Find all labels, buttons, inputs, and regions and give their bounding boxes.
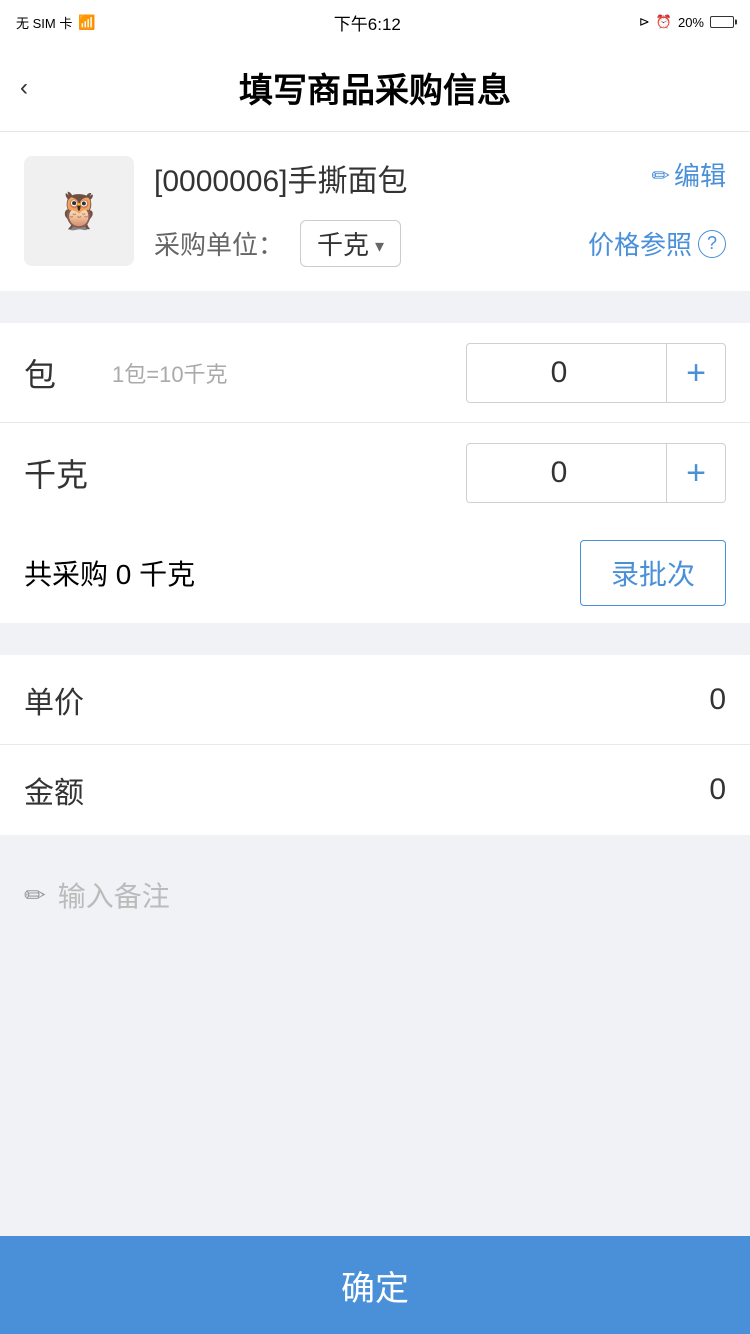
- price-ref-label: 价格参照: [588, 225, 692, 262]
- alarm-icon: ⏰: [656, 14, 672, 30]
- confirm-button[interactable]: 确定: [0, 1236, 750, 1334]
- page-title: 填写商品采购信息: [239, 63, 511, 112]
- price-row-unit: 单价 0: [0, 655, 750, 745]
- amount-value: 0: [709, 773, 726, 807]
- bags-input-wrap: +: [466, 343, 726, 403]
- notes-placeholder: 输入备注: [58, 875, 170, 915]
- edit-label: 编辑: [674, 156, 726, 193]
- input-row-kg: 千克 +: [0, 423, 750, 523]
- bags-plus-button[interactable]: +: [666, 343, 726, 403]
- product-name-row: [0000006]手撕面包 编辑: [154, 156, 726, 200]
- notes-row: 输入备注: [24, 875, 726, 915]
- bags-label: 包: [24, 350, 104, 396]
- unit-price-label: 单价: [24, 678, 84, 722]
- product-info: [0000006]手撕面包 编辑 采购单位： 千克 价格参照 ?: [154, 156, 726, 267]
- price-ref-icon: ?: [698, 230, 726, 258]
- kg-plus-button[interactable]: +: [666, 443, 726, 503]
- total-row: 共采购 0 千克 录批次: [0, 523, 750, 623]
- price-row-amount: 金额 0: [0, 745, 750, 835]
- status-bar-right: ⊳ ⏰ 20%: [639, 14, 734, 30]
- amount-label: 金额: [24, 768, 84, 812]
- total-label: 共采购 0 千克: [24, 553, 195, 593]
- input-row-bags: 包 1包=10千克 +: [0, 323, 750, 423]
- wifi-icon: [78, 14, 95, 31]
- back-button[interactable]: ‹: [20, 74, 28, 102]
- kg-label: 千克: [24, 450, 104, 496]
- status-bar-time: 下午6:12: [334, 10, 401, 35]
- product-name: [0000006]手撕面包: [154, 156, 407, 200]
- record-batch-button[interactable]: 录批次: [580, 540, 726, 606]
- unit-dropdown[interactable]: 千克: [300, 220, 401, 267]
- status-bar-left: 无 SIM 卡: [16, 13, 96, 32]
- edit-button[interactable]: 编辑: [652, 156, 726, 193]
- input-section: 包 1包=10千克 + 千克 +: [0, 323, 750, 523]
- nav-bar: ‹ 填写商品采购信息: [0, 44, 750, 132]
- product-image-placeholder: 🦉: [57, 190, 102, 232]
- unit-value: 千克: [317, 225, 369, 262]
- product-image: 🦉: [24, 156, 134, 266]
- notes-section[interactable]: 输入备注: [0, 851, 750, 1151]
- status-bar: 无 SIM 卡 下午6:12 ⊳ ⏰ 20%: [0, 0, 750, 44]
- sim-text: 无 SIM 卡: [16, 13, 72, 32]
- kg-input-wrap: +: [466, 443, 726, 503]
- edit-icon: [652, 159, 670, 190]
- price-section: 单价 0 金额 0: [0, 655, 750, 835]
- bags-input[interactable]: [466, 343, 666, 403]
- product-card: 🦉 [0000006]手撕面包 编辑 采购单位： 千克 价格参照 ?: [0, 132, 750, 291]
- location-icon: ⊳: [639, 14, 650, 30]
- kg-input[interactable]: [466, 443, 666, 503]
- unit-dropdown-arrow-icon: [375, 228, 384, 259]
- unit-price-value: 0: [709, 683, 726, 717]
- price-ref-button[interactable]: 价格参照 ?: [588, 225, 726, 262]
- purchase-unit-label: 采购单位：: [154, 225, 284, 262]
- battery-icon: [710, 16, 734, 28]
- pencil-icon: [24, 879, 46, 911]
- section-divider-1: [0, 307, 750, 323]
- confirm-button-label: 确定: [341, 1261, 409, 1310]
- purchase-unit-row: 采购单位： 千克 价格参照 ?: [154, 220, 726, 267]
- section-divider-2: [0, 623, 750, 639]
- kg-plus-icon: +: [686, 456, 706, 490]
- bags-sub-label: 1包=10千克: [112, 357, 466, 389]
- bags-plus-icon: +: [686, 356, 706, 390]
- battery-percent: 20%: [678, 15, 704, 30]
